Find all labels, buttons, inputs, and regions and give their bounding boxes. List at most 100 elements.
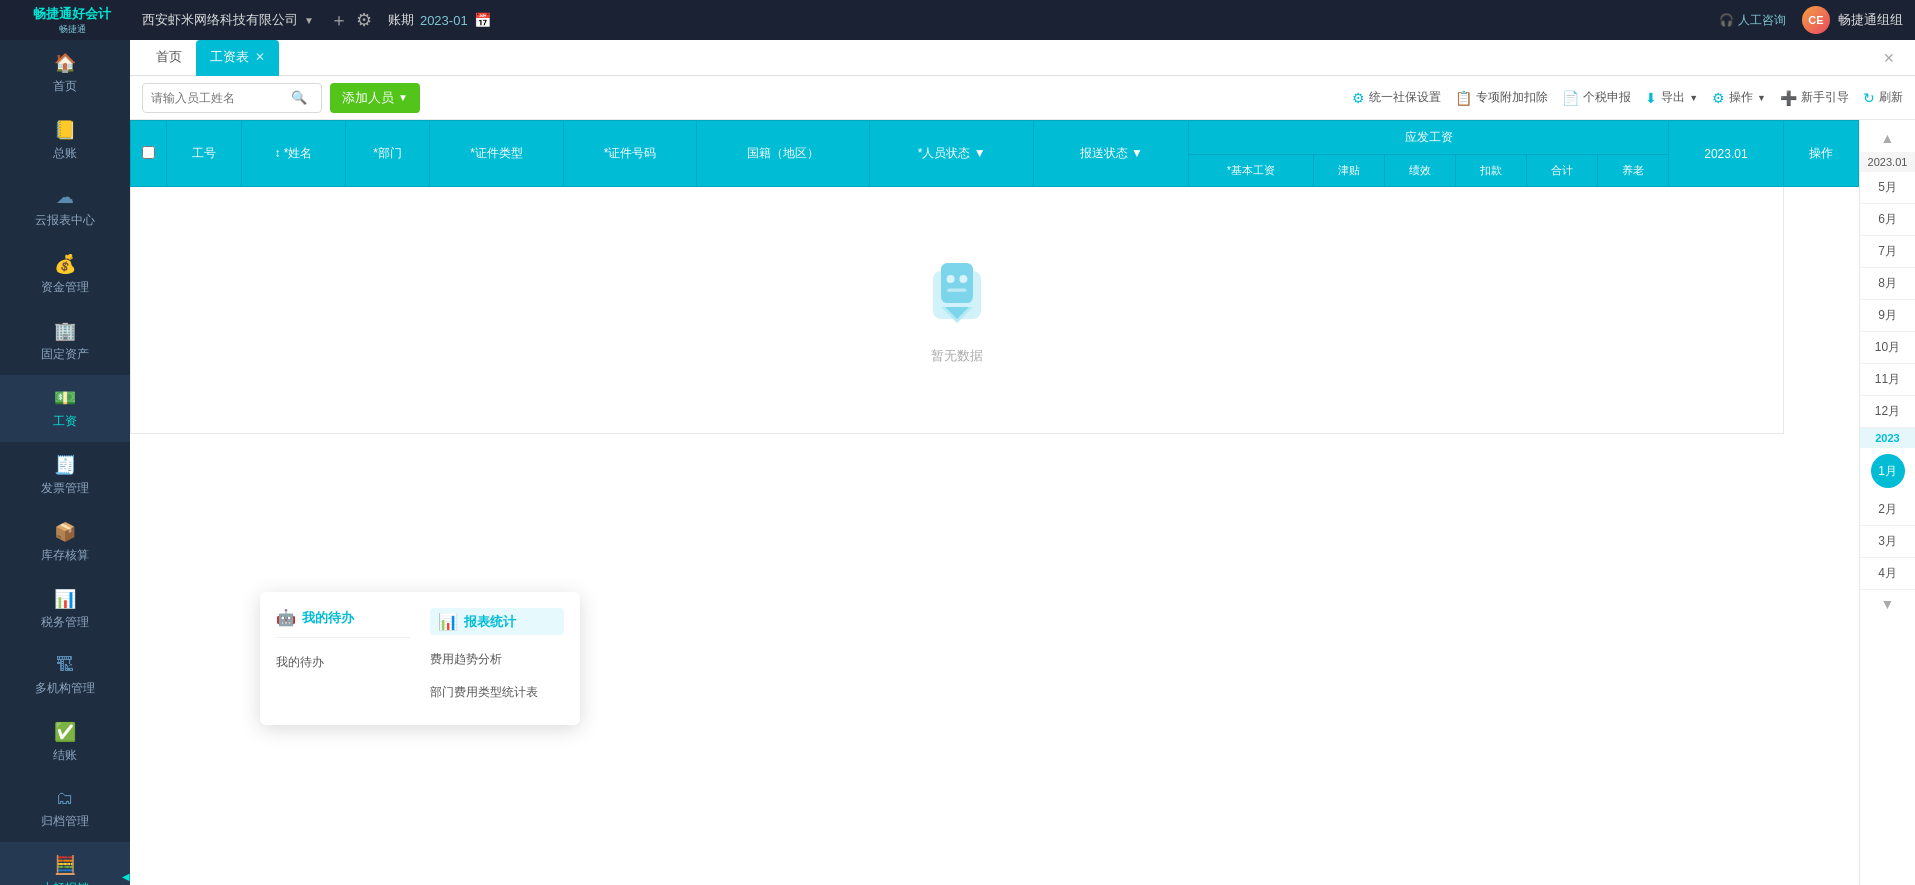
empty-state: 暂无数据 <box>137 195 1777 425</box>
sidebar-item-fund[interactable]: 💰 资金管理 <box>0 241 130 308</box>
customer-service-label: 人工咨询 <box>1738 12 1786 29</box>
period-value: 2023-01 <box>420 13 468 28</box>
sidebar-item-tax[interactable]: 📊 税务管理 <box>0 576 130 643</box>
add-people-button[interactable]: 添加人员 ▼ <box>330 83 420 113</box>
sidebar-item-salary[interactable]: 💵 工资 <box>0 375 130 442</box>
salary-icon: 💵 <box>54 387 76 409</box>
sidebar-item-label: 固定资产 <box>41 346 89 363</box>
sidebar-item-settlement[interactable]: ✅ 结账 <box>0 709 130 776</box>
popup-menu: 🤖 我的待办 我的待办 📊 报表统计 <box>260 592 580 725</box>
sidebar-item-label: 资金管理 <box>41 279 89 296</box>
sidebar-item-label: 结账 <box>53 747 77 764</box>
new-guide-btn[interactable]: ➕ 新手引导 <box>1780 89 1849 106</box>
main-layout: 🏠 首页 📒 总账 ☁ 云报表中心 💰 资金管理 🏢 固定资产 💵 工资 🧾 发… <box>0 40 1915 885</box>
timeline-nav-down[interactable]: ▼ <box>1874 590 1902 618</box>
avatar: CE <box>1802 6 1830 34</box>
sidebar-item-label: 工资 <box>53 413 77 430</box>
th-operation-col: 操作 <box>1783 121 1858 187</box>
operation-icon: ⚙ <box>1712 90 1725 106</box>
sidebar-item-label: 总账 <box>53 145 77 162</box>
sidebar-item-fixed-assets[interactable]: 🏢 固定资产 <box>0 308 130 375</box>
operation-btn[interactable]: ⚙ 操作 ▼ <box>1712 89 1766 106</box>
timeline-month-4[interactable]: 4月 <box>1860 558 1915 590</box>
svg-point-3 <box>959 275 967 283</box>
timeline-month-8[interactable]: 8月 <box>1860 268 1915 300</box>
settings-icon[interactable]: ⚙ <box>356 9 372 31</box>
todo-icon: 🤖 <box>276 608 296 627</box>
timeline-month-2[interactable]: 2月 <box>1860 494 1915 526</box>
user-name: 畅捷通组组 <box>1838 11 1903 29</box>
sidebar-item-label: 小畅报销 <box>41 880 89 885</box>
sidebar-expand-icon: ◀ <box>122 870 130 881</box>
timeline-month-9[interactable]: 9月 <box>1860 300 1915 332</box>
sidebar-item-ledger[interactable]: 📒 总账 <box>0 107 130 174</box>
tab-home[interactable]: 首页 <box>142 40 196 76</box>
timeline-month-6[interactable]: 6月 <box>1860 204 1915 236</box>
popup-col-report: 📊 报表统计 费用趋势分析 部门费用类型统计表 <box>430 608 564 709</box>
refresh-btn[interactable]: ↻ 刷新 <box>1863 89 1903 106</box>
company-selector[interactable]: 西安虾米网络科技有限公司 ▼ <box>142 11 314 29</box>
sidebar-item-multi-org[interactable]: 🏗 多机构管理 <box>0 643 130 709</box>
th-id-no: *证件号码 <box>563 121 696 187</box>
sidebar-item-invoice[interactable]: 🧾 发票管理 <box>0 442 130 509</box>
customer-service-btn[interactable]: 🎧 人工咨询 <box>1719 12 1786 29</box>
tax-icon: 📊 <box>54 588 76 610</box>
empty-icon <box>917 255 997 335</box>
search-input[interactable] <box>151 91 291 105</box>
tab-close-all-icon[interactable]: ✕ <box>1875 50 1903 66</box>
popup-item-expense-trend[interactable]: 费用趋势分析 <box>430 643 564 676</box>
operation-label: 操作 <box>1729 89 1753 106</box>
tab-close-icon[interactable]: ✕ <box>255 50 265 64</box>
sidebar-item-home[interactable]: 🏠 首页 <box>0 40 130 107</box>
special-deduction-btn[interactable]: 📋 专项附加扣除 <box>1455 89 1548 106</box>
personal-tax-btn[interactable]: 📄 个税申报 <box>1562 89 1631 106</box>
home-icon: 🏠 <box>54 52 76 74</box>
social-insurance-label: 统一社保设置 <box>1369 89 1441 106</box>
popup-item-my-todo-label: 我的待办 <box>276 655 324 669</box>
sidebar-item-cloud-report[interactable]: ☁ 云报表中心 <box>0 174 130 241</box>
fund-icon: 💰 <box>54 253 76 275</box>
sidebar-item-inventory[interactable]: 📦 库存核算 <box>0 509 130 576</box>
th-dept: *部门 <box>345 121 430 187</box>
th-checkbox <box>131 121 167 187</box>
sidebar-item-expense[interactable]: 🧮 小畅报销 ◀ <box>0 842 130 885</box>
timeline-month-10[interactable]: 10月 <box>1860 332 1915 364</box>
timeline-month-11[interactable]: 11月 <box>1860 364 1915 396</box>
expense-icon: 🧮 <box>54 854 76 876</box>
sidebar-item-archive[interactable]: 🗂 归档管理 <box>0 776 130 842</box>
logo-area: 畅捷通好会计 畅捷通 <box>12 5 132 36</box>
settlement-icon: ✅ <box>54 721 76 743</box>
export-dropdown-icon: ▼ <box>1689 93 1698 103</box>
refresh-icon: ↻ <box>1863 90 1875 106</box>
timeline-month-5[interactable]: 5月 <box>1860 172 1915 204</box>
timeline-month-7[interactable]: 7月 <box>1860 236 1915 268</box>
timeline-month-12[interactable]: 12月 <box>1860 396 1915 428</box>
select-all-checkbox[interactable] <box>142 146 155 159</box>
export-icon: ⬇ <box>1645 90 1657 106</box>
th-year-month: 2023.01 <box>1669 121 1784 187</box>
timeline-panel: ▲ 2023.01 5月 6月 7月 8月 9月 10月 11月 12月 202… <box>1859 120 1915 885</box>
timeline-year-prev: 2023.01 <box>1860 152 1915 172</box>
export-btn[interactable]: ⬇ 导出 ▼ <box>1645 89 1698 106</box>
th-emp-no: 工号 <box>167 121 242 187</box>
th-base-salary: *基本工资 <box>1189 155 1313 187</box>
add-icon[interactable]: ＋ <box>330 8 348 32</box>
timeline-month-1[interactable]: 1月 <box>1871 454 1905 488</box>
tab-home-label: 首页 <box>156 48 182 66</box>
svg-rect-1 <box>941 263 973 303</box>
tab-salary[interactable]: 工资表 ✕ <box>196 40 279 76</box>
popup-cols: 🤖 我的待办 我的待办 📊 报表统计 <box>276 608 564 709</box>
user-area[interactable]: CE 畅捷通组组 <box>1802 6 1903 34</box>
th-deduction: 扣款 <box>1455 155 1526 187</box>
popup-item-dept-expense[interactable]: 部门费用类型统计表 <box>430 676 564 709</box>
timeline-nav-up[interactable]: ▲ <box>1874 124 1902 152</box>
th-name: ↕ *姓名 <box>242 121 346 187</box>
tab-bar: 首页 工资表 ✕ ✕ <box>130 40 1915 76</box>
calendar-icon[interactable]: 📅 <box>474 12 491 28</box>
search-input-wrap: 🔍 <box>142 83 322 113</box>
company-name: 西安虾米网络科技有限公司 <box>142 11 298 29</box>
popup-item-my-todo[interactable]: 我的待办 <box>276 646 410 679</box>
social-insurance-btn[interactable]: ⚙ 统一社保设置 <box>1352 89 1441 106</box>
timeline-month-3[interactable]: 3月 <box>1860 526 1915 558</box>
search-icon[interactable]: 🔍 <box>291 90 307 105</box>
